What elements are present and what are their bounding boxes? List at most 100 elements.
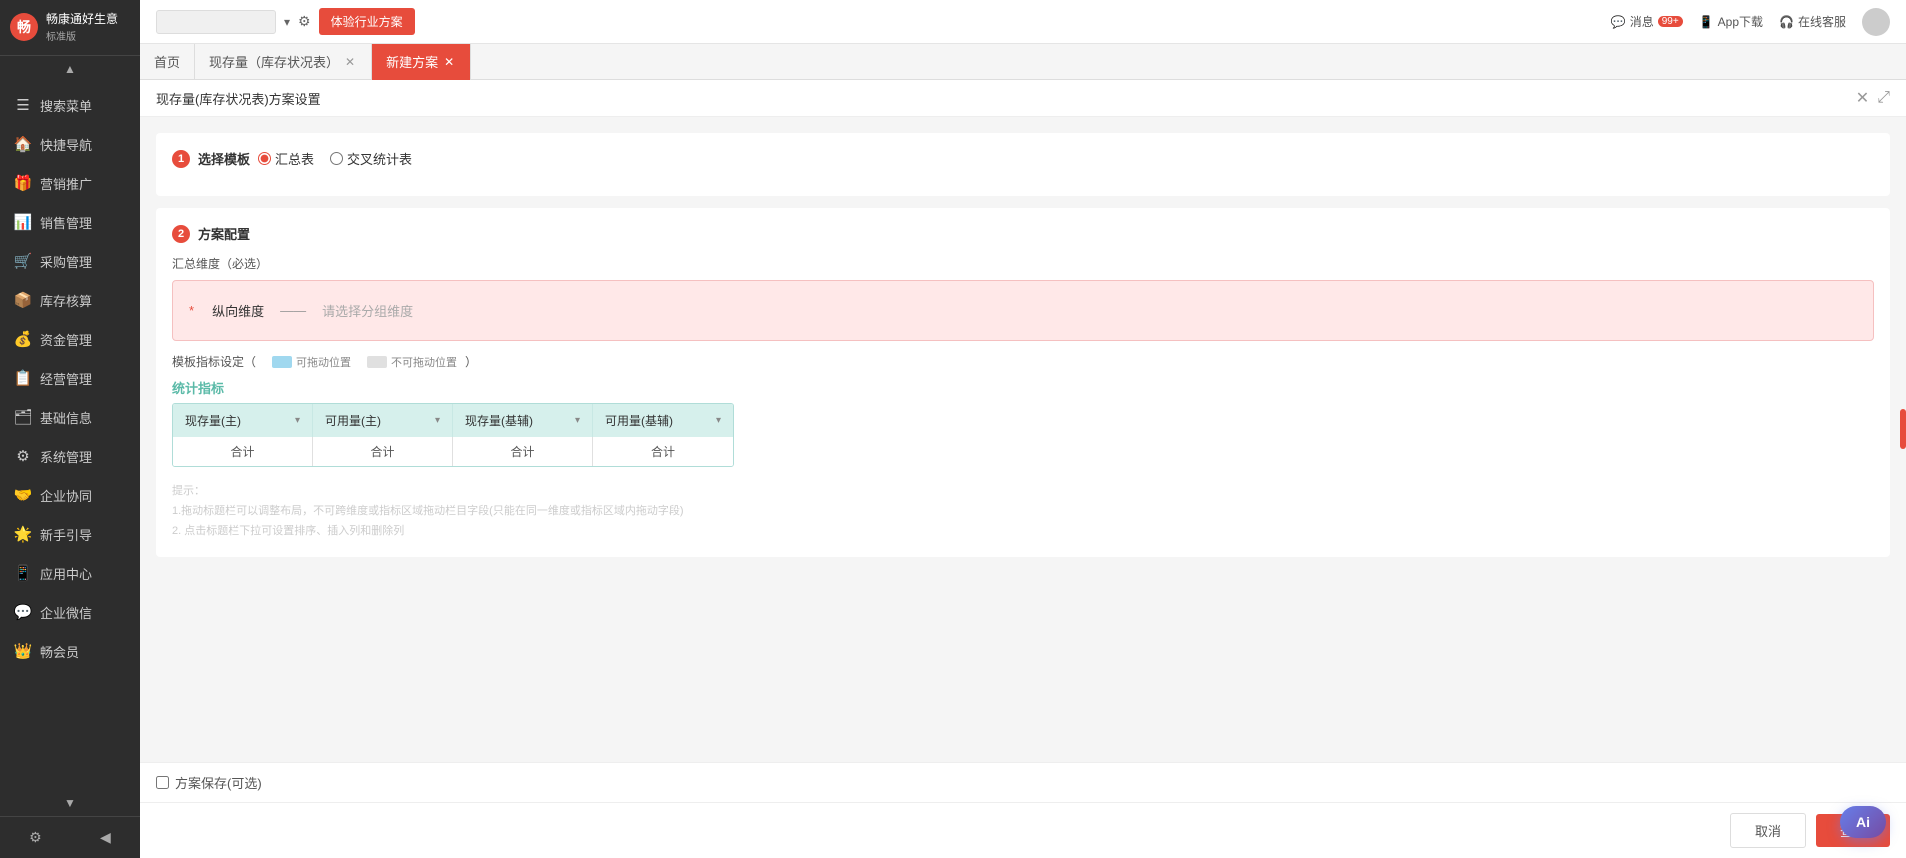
sidebar-nav: ☰ 搜索菜单 🏠 快捷导航 🎁 营销推广 📊 销售管理 🛒 采购管理 📦 库存核… <box>0 82 140 790</box>
tip-2: 2. 点击标题栏下拉可设置排序、插入列和删除列 <box>172 522 1874 542</box>
col3-dropdown-icon[interactable]: ▾ <box>575 415 580 426</box>
dimension-placeholder[interactable]: 请选择分组维度 <box>322 301 413 320</box>
sidebar-item-label-app-center: 应用中心 <box>40 564 92 583</box>
sidebar-item-member[interactable]: 👑 畅会员 <box>0 632 140 671</box>
online-service-group[interactable]: 🎧 在线客服 <box>1779 13 1846 30</box>
tab-inventory-close[interactable]: ✕ <box>343 55 357 69</box>
required-mark: * <box>189 303 194 318</box>
dimension-name: 纵向维度 <box>212 301 264 320</box>
cart-icon: 🛒 <box>14 252 32 270</box>
online-service-label: 在线客服 <box>1798 13 1846 30</box>
sidebar-item-label-search: 搜索菜单 <box>40 96 92 115</box>
content: 现存量(库存状况表)方案设置 ✕ ⤢ 1 选择模板 汇总表 <box>140 80 1906 858</box>
sidebar-bottom: ⚙ ◀ <box>0 816 140 858</box>
settings-button[interactable]: ⚙ <box>21 825 50 850</box>
resize-panel-btn[interactable]: ⤢ <box>1877 88 1890 108</box>
user-avatar[interactable] <box>1862 8 1890 36</box>
topbar-gear-btn[interactable]: ⚙ <box>298 13 311 30</box>
chart-icon: 📊 <box>14 213 32 231</box>
legend-fixed: 不可拖动位置 <box>367 354 457 370</box>
tips-area: 提示： 1.拖动标题栏可以调整布局，不可跨维度或指标区域拖动栏目字段(只能在同一… <box>172 482 1874 541</box>
sidebar-item-label-inventory: 库存核算 <box>40 291 92 310</box>
experience-btn[interactable]: 体验行业方案 <box>319 8 415 35</box>
tab-new-plan[interactable]: 新建方案 ✕ <box>372 44 471 80</box>
dimension-area: 汇总维度（必选） * 纵向维度 —— 请选择分组维度 <box>172 255 1874 341</box>
app-name: 畅康通好生意 <box>46 12 118 28</box>
sidebar-item-label-management: 经营管理 <box>40 369 92 388</box>
topbar-search-input[interactable] <box>156 10 276 34</box>
sidebar-item-basic[interactable]: 🗂 基础信息 <box>0 398 140 437</box>
topbar-dropdown-btn[interactable]: ▾ <box>284 15 290 29</box>
radio-summary[interactable]: 汇总表 <box>258 149 314 168</box>
sidebar-scroll-up[interactable]: ▲ <box>0 58 140 80</box>
content-header-actions: ✕ ⤢ <box>1856 88 1890 108</box>
dimension-box: * 纵向维度 —— 请选择分组维度 <box>172 280 1874 341</box>
sidebar-item-management[interactable]: 📋 经营管理 <box>0 359 140 398</box>
col1-dropdown-icon[interactable]: ▾ <box>295 415 300 426</box>
sidebar-item-system[interactable]: ⚙ 系统管理 <box>0 437 140 476</box>
handshake-icon: 🤝 <box>14 486 32 504</box>
sidebar-item-marketing[interactable]: 🎁 营销推广 <box>0 164 140 203</box>
dimension-section-label: 汇总维度（必选） <box>172 255 1874 272</box>
stats-header-col4-label: 可用量(基辅) <box>605 412 673 429</box>
radio-cross[interactable]: 交叉统计表 <box>330 149 412 168</box>
content-header: 现存量(库存状况表)方案设置 ✕ ⤢ <box>140 80 1906 117</box>
draggable-color-box <box>272 356 292 368</box>
close-panel-btn[interactable]: ✕ <box>1856 88 1869 108</box>
stats-header-col1[interactable]: 现存量(主) ▾ <box>173 404 313 437</box>
stats-title: 统计指标 <box>172 378 1874 397</box>
collapse-button[interactable]: ◀ <box>92 825 119 850</box>
headset-icon: 🎧 <box>1779 15 1794 29</box>
app-logo-icon: 畅 <box>10 13 38 41</box>
tab-home[interactable]: 首页 <box>140 44 195 80</box>
step1-label: 选择模板 <box>198 149 250 168</box>
messages-label: 消息 <box>1630 13 1654 30</box>
radio-cross-input[interactable] <box>330 152 343 165</box>
topbar-left: ▾ ⚙ 体验行业方案 <box>156 8 1601 35</box>
tab-inventory[interactable]: 现存量（库存状况表） ✕ <box>195 44 372 80</box>
stats-header-col4[interactable]: 可用量(基辅) ▾ <box>593 404 733 437</box>
sidebar-item-quick-nav[interactable]: 🏠 快捷导航 <box>0 125 140 164</box>
messages-group[interactable]: 💬 消息 99+ <box>1611 13 1683 30</box>
tab-inventory-label: 现存量（库存状况表） <box>209 52 339 71</box>
sidebar-item-guide[interactable]: 🌟 新手引导 <box>0 515 140 554</box>
tips-title: 提示： <box>172 485 205 497</box>
indicator-legend: 可拖动位置 不可拖动位置 <box>272 354 457 370</box>
stats-header-col2[interactable]: 可用量(主) ▾ <box>313 404 453 437</box>
folder-icon: 🗂 <box>14 408 32 426</box>
indicator-close: ） <box>465 353 477 370</box>
app-download-group[interactable]: 📱 App下载 <box>1699 13 1763 30</box>
step1-title: 1 选择模板 汇总表 交叉统计表 <box>172 149 1874 168</box>
crown-icon: 👑 <box>14 642 32 660</box>
sidebar-item-label-finance: 资金管理 <box>40 330 92 349</box>
sidebar-item-sales[interactable]: 📊 销售管理 <box>0 203 140 242</box>
sidebar-item-app-center[interactable]: 📱 应用中心 <box>0 554 140 593</box>
sidebar-item-purchase[interactable]: 🛒 采购管理 <box>0 242 140 281</box>
tab-new-plan-close[interactable]: ✕ <box>442 55 456 69</box>
stats-header-col3[interactable]: 现存量(基辅) ▾ <box>453 404 593 437</box>
col2-dropdown-icon[interactable]: ▾ <box>435 415 440 426</box>
topbar-right: 💬 消息 99+ 📱 App下载 🎧 在线客服 <box>1611 8 1890 36</box>
sidebar-item-label-quick-nav: 快捷导航 <box>40 135 92 154</box>
sidebar-item-label-system: 系统管理 <box>40 447 92 466</box>
col4-dropdown-icon[interactable]: ▾ <box>716 415 721 426</box>
ai-float-button[interactable]: Ai <box>1840 806 1886 838</box>
radio-cross-label: 交叉统计表 <box>347 149 412 168</box>
sidebar-item-finance[interactable]: 💰 资金管理 <box>0 320 140 359</box>
tab-new-plan-label: 新建方案 <box>386 52 438 71</box>
system-icon: ⚙ <box>14 447 32 465</box>
sidebar-scroll-down[interactable]: ▼ <box>0 792 140 814</box>
sidebar-item-label-sales: 销售管理 <box>40 213 92 232</box>
radio-summary-input[interactable] <box>258 152 271 165</box>
cancel-button[interactable]: 取消 <box>1730 813 1806 848</box>
box-icon: 📦 <box>14 291 32 309</box>
sidebar-item-search[interactable]: ☰ 搜索菜单 <box>0 86 140 125</box>
resize-handle[interactable] <box>1900 409 1906 449</box>
main-area: ▾ ⚙ 体验行业方案 💬 消息 99+ 📱 App下载 🎧 在线客服 首页 <box>140 0 1906 858</box>
save-checkbox[interactable] <box>156 776 169 789</box>
sidebar-item-wechat[interactable]: 💬 企业微信 <box>0 593 140 632</box>
sidebar-item-inventory[interactable]: 📦 库存核算 <box>0 281 140 320</box>
sidebar-item-cooperation[interactable]: 🤝 企业协同 <box>0 476 140 515</box>
messages-badge: 99+ <box>1658 16 1683 27</box>
dimension-dash: —— <box>280 303 306 318</box>
